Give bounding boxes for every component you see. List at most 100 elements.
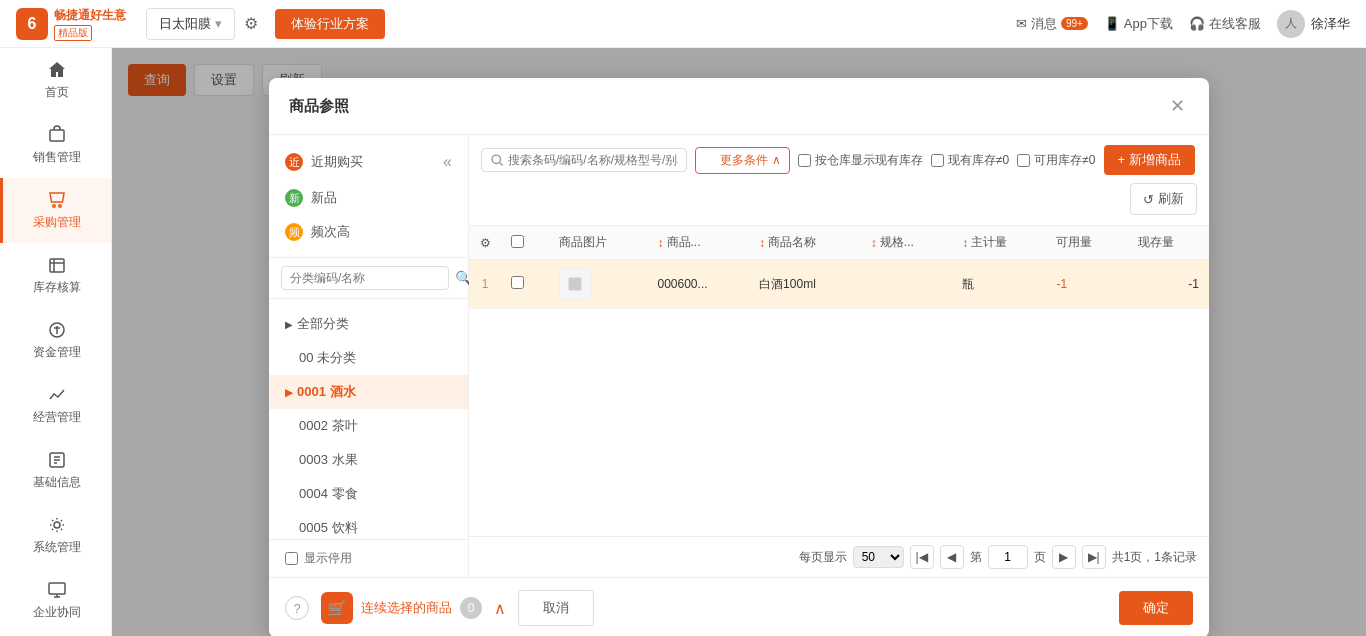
logo-icon: 6 — [16, 8, 48, 40]
new-product-button[interactable]: + 新增商品 — [1104, 145, 1195, 175]
modal-close-button[interactable]: ✕ — [1165, 94, 1189, 118]
sidebar-item-business[interactable]: 经营管理 — [0, 373, 111, 438]
prev-page-button[interactable]: ◀ — [940, 545, 964, 569]
sort-asc-icon: ↕ — [658, 236, 664, 250]
logo-area: 6 畅捷通好生意 精品版 — [16, 7, 126, 41]
page-label: 第 — [970, 549, 982, 566]
checkbox-usable-stock[interactable]: 可用库存≠0 — [1017, 152, 1095, 169]
avatar: 人 — [1277, 10, 1305, 38]
svg-point-13 — [54, 522, 60, 528]
expand-icon: ▶ — [285, 319, 293, 330]
svg-rect-14 — [49, 583, 65, 594]
product-reference-modal: 商品参照 ✕ 近 近期购买 « — [269, 78, 1209, 636]
checkbox-available-stock[interactable]: 现有库存≠0 — [931, 152, 1009, 169]
row-stock: -1 — [1128, 260, 1209, 309]
row-image — [549, 260, 648, 309]
product-thumbnail — [559, 268, 591, 300]
row-spec — [861, 260, 952, 309]
confirm-button[interactable]: 确定 — [1119, 591, 1193, 625]
logo-badge: 精品版 — [54, 25, 92, 41]
collapse-panel-icon[interactable]: « — [435, 149, 460, 175]
cart-icon: 🛒 — [321, 592, 353, 624]
th-unit[interactable]: ↕ 主计量 — [952, 226, 1046, 260]
select-all-checkbox[interactable] — [511, 235, 524, 248]
refresh-icon: ↺ — [1143, 192, 1154, 207]
app-download-item[interactable]: 📱 App下载 — [1104, 15, 1173, 33]
first-page-button[interactable]: |◀ — [910, 545, 934, 569]
cart-count-badge: 0 — [460, 597, 482, 619]
page-input[interactable] — [988, 545, 1028, 569]
sidebar-item-collab[interactable]: 企业协同 — [0, 568, 111, 633]
online-service-item[interactable]: 🎧 在线客服 — [1189, 15, 1261, 33]
main-layout: 首页 销售管理 采购管理 库存核算 资金管理 经营管理 基础信息 系统管理 — [0, 48, 1366, 636]
quick-link-recent[interactable]: 近 近期购买 — [277, 147, 435, 177]
category-item-uncategorized[interactable]: 00 未分类 — [269, 341, 468, 375]
category-item-tea[interactable]: 0002 茶叶 — [269, 409, 468, 443]
sidebar-item-inventory[interactable]: 库存核算 — [0, 243, 111, 308]
sidebar-item-finance[interactable]: 资金管理 — [0, 308, 111, 373]
top-nav: 6 畅捷通好生意 精品版 日太阳膜 ▾ ⚙ 体验行业方案 ✉ 消息 99+ 📱 … — [0, 0, 1366, 48]
category-search-area: 🔍 — [269, 258, 468, 299]
right-panel: 更多条件 ∧ 按仓库显示现有库存 现有库存≠0 — [469, 135, 1209, 577]
cancel-button[interactable]: 取消 — [518, 590, 594, 626]
next-page-button[interactable]: ▶ — [1052, 545, 1076, 569]
sidebar-item-home[interactable]: 首页 — [0, 48, 111, 113]
th-name[interactable]: ↕ 商品名称 — [749, 226, 861, 260]
sidebar-item-sales[interactable]: 销售管理 — [0, 113, 111, 178]
sidebar-item-info[interactable]: 基础信息 — [0, 438, 111, 503]
content-area: 查询 设置 刷新 商品参照 ✕ — [112, 48, 1366, 636]
help-icon[interactable]: ? — [285, 596, 309, 620]
settings-icon[interactable]: ⚙ — [235, 8, 267, 40]
svg-line-24 — [500, 163, 503, 166]
th-stock: 现存量 — [1128, 226, 1209, 260]
last-page-button[interactable]: ▶| — [1082, 545, 1106, 569]
logo-text: 畅捷通好生意 精品版 — [54, 7, 126, 41]
more-conditions-button[interactable]: 更多条件 ∧ — [695, 147, 790, 174]
checkbox-warehouse-stock[interactable]: 按仓库显示现有库存 — [798, 152, 923, 169]
svg-rect-3 — [50, 259, 64, 272]
selector-arrow-icon: ▾ — [215, 16, 222, 31]
product-search-input[interactable] — [508, 153, 678, 167]
row-available: -1 — [1046, 260, 1127, 309]
collapse-cart-icon[interactable]: ∧ — [494, 599, 506, 618]
cart-area[interactable]: 🛒 连续选择的商品 0 — [321, 592, 482, 624]
refresh-button[interactable]: ↺ 刷新 — [1130, 183, 1197, 215]
user-avatar-area[interactable]: 人 徐泽华 — [1277, 10, 1350, 38]
chevron-up-icon: ∧ — [772, 153, 781, 167]
th-settings[interactable]: ⚙ — [469, 226, 501, 260]
modal-body: 近 近期购买 « 新 新品 频 频次高 — [269, 135, 1209, 577]
page-suffix: 页 — [1034, 549, 1046, 566]
svg-point-23 — [492, 155, 500, 163]
modal-overlay: 商品参照 ✕ 近 近期购买 « — [112, 48, 1366, 636]
row-checkbox[interactable] — [501, 260, 549, 309]
sidebar-item-system[interactable]: 系统管理 — [0, 503, 111, 568]
category-item-beverage[interactable]: 0005 饮料 — [269, 511, 468, 539]
notification-badge: 99+ — [1061, 17, 1088, 30]
quick-link-new[interactable]: 新 新品 — [269, 181, 468, 215]
spec-sort-icon: ↕ — [871, 236, 877, 250]
category-item-liquor[interactable]: ▶ 0001 酒水 — [269, 375, 468, 409]
th-code[interactable]: ↕ 商品... — [648, 226, 750, 260]
page-size-select[interactable]: 50 100 200 — [853, 546, 904, 568]
category-list: ▶ 全部分类 00 未分类 ▶ 0001 酒水 0002 茶 — [269, 299, 468, 539]
notification-item[interactable]: ✉ 消息 99+ — [1016, 15, 1088, 33]
sidebar-item-purchase[interactable]: 采购管理 — [0, 178, 111, 243]
username: 徐泽华 — [1311, 15, 1350, 33]
th-spec[interactable]: ↕ 规格... — [861, 226, 952, 260]
row-index: 1 — [469, 260, 501, 309]
active-expand-icon: ▶ — [285, 387, 293, 398]
category-item-snack[interactable]: 0004 零食 — [269, 477, 468, 511]
unit-sort-icon: ↕ — [962, 236, 968, 250]
left-panel-footer: 显示停用 — [269, 539, 468, 577]
category-item-fruit[interactable]: 0003 水果 — [269, 443, 468, 477]
category-item-all[interactable]: ▶ 全部分类 — [269, 307, 468, 341]
quick-links: 近 近期购买 « 新 新品 频 频次高 — [269, 135, 468, 258]
category-search-input[interactable] — [281, 266, 449, 290]
quick-link-freq[interactable]: 频 频次高 — [269, 215, 468, 249]
experience-button[interactable]: 体验行业方案 — [275, 9, 385, 39]
total-info: 共1页，1条记录 — [1112, 549, 1197, 566]
table-row[interactable]: 1 000600... 白酒100ml — [469, 260, 1209, 309]
row-name: 白酒100ml — [749, 260, 861, 309]
store-selector[interactable]: 日太阳膜 ▾ — [146, 8, 235, 40]
show-disabled-checkbox[interactable] — [285, 552, 298, 565]
